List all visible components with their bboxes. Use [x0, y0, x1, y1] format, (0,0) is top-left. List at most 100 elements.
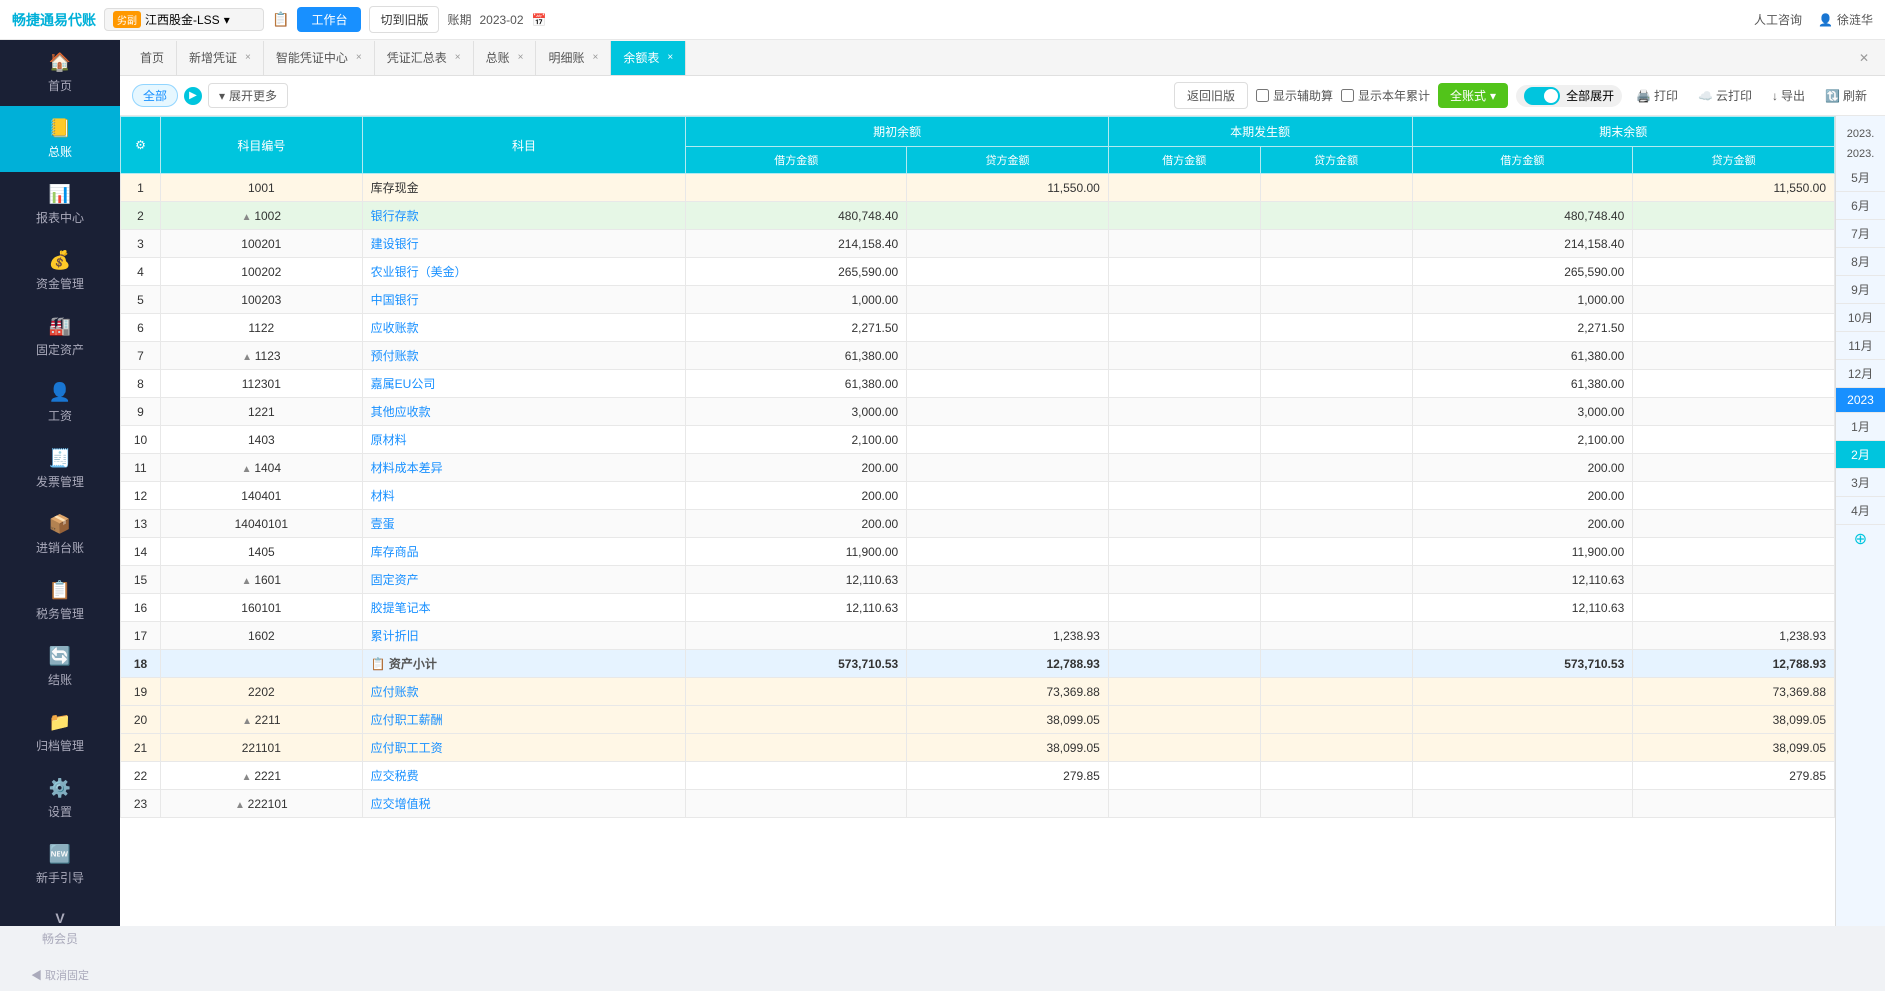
- show-year-cumul-check[interactable]: [1341, 89, 1354, 102]
- row-name[interactable]: 银行存款: [362, 202, 686, 230]
- refresh-btn[interactable]: 🔃 刷新: [1819, 84, 1873, 107]
- account-link[interactable]: 嘉属EU公司: [371, 377, 436, 391]
- row-name[interactable]: 应收账款: [362, 314, 686, 342]
- account-link[interactable]: 原材料: [371, 433, 407, 447]
- sidebar-item-vip[interactable]: V 畅会员: [0, 898, 120, 959]
- cloud-print-btn[interactable]: ☁️ 云打印: [1692, 84, 1758, 107]
- show-aux-checkbox[interactable]: 显示辅助算: [1256, 87, 1333, 104]
- month-7[interactable]: 7月: [1836, 220, 1885, 248]
- work-btn[interactable]: 工作台: [297, 7, 361, 32]
- tab-general-ledger[interactable]: 总账 ×: [474, 41, 537, 75]
- month-6[interactable]: 6月: [1836, 192, 1885, 220]
- account-link[interactable]: 累计折旧: [371, 629, 419, 643]
- row-name[interactable]: 壹蛋: [362, 510, 686, 538]
- show-year-cumul-checkbox[interactable]: 显示本年累计: [1341, 87, 1430, 104]
- row-name[interactable]: 胶提笔记本: [362, 594, 686, 622]
- print-btn[interactable]: 🖨️ 打印: [1630, 84, 1684, 107]
- row-name[interactable]: 应交税费: [362, 762, 686, 790]
- account-link[interactable]: 应付账款: [371, 685, 419, 699]
- th-setting[interactable]: ⚙: [121, 117, 161, 174]
- month-3[interactable]: 3月: [1836, 469, 1885, 497]
- account-link[interactable]: 其他应收款: [371, 405, 431, 419]
- account-link[interactable]: 应交税费: [371, 769, 419, 783]
- account-link[interactable]: 应收账款: [371, 321, 419, 335]
- month-4[interactable]: 4月: [1836, 497, 1885, 525]
- tab-home[interactable]: 首页: [128, 41, 177, 75]
- month-2[interactable]: 2月: [1836, 441, 1885, 469]
- account-link[interactable]: 应付职工薪酬: [371, 713, 443, 727]
- row-name[interactable]: 中国银行: [362, 286, 686, 314]
- row-name[interactable]: 应付职工薪酬: [362, 706, 686, 734]
- row-name[interactable]: 原材料: [362, 426, 686, 454]
- month-8[interactable]: 8月: [1836, 248, 1885, 276]
- row-name[interactable]: 应交增值税: [362, 790, 686, 818]
- row-name[interactable]: 应付账款: [362, 678, 686, 706]
- sidebar-item-ledger[interactable]: 📒 总账: [0, 106, 120, 172]
- table-scroll[interactable]: ⚙ 科目编号 科目 期初余额 本期发生额 期末余额 借方金额 贷方金额 借方金额…: [120, 116, 1835, 926]
- export-btn[interactable]: ↓ 导出: [1766, 84, 1811, 107]
- row-name[interactable]: 库存商品: [362, 538, 686, 566]
- account-link[interactable]: 壹蛋: [371, 517, 395, 531]
- calendar-icon[interactable]: 📅: [532, 13, 547, 27]
- account-link[interactable]: 库存商品: [371, 545, 419, 559]
- month-1[interactable]: 1月: [1836, 413, 1885, 441]
- tab-add-voucher-close[interactable]: ×: [245, 52, 251, 63]
- tab-smart-center[interactable]: 智能凭证中心 ×: [264, 41, 375, 75]
- tab-general-ledger-close[interactable]: ×: [518, 52, 524, 63]
- account-link[interactable]: 材料: [371, 489, 395, 503]
- company-selector[interactable]: 劣副 江西股金-LSS ▾: [104, 8, 264, 31]
- account-link[interactable]: 胶提笔记本: [371, 601, 431, 615]
- month-10[interactable]: 10月: [1836, 304, 1885, 332]
- account-link[interactable]: 中国银行: [371, 293, 419, 307]
- sidebar-item-report[interactable]: 📊 报表中心: [0, 172, 120, 238]
- tab-detail-account[interactable]: 明细账 ×: [536, 41, 611, 75]
- tab-detail-account-close[interactable]: ×: [592, 52, 598, 63]
- tab-smart-center-close[interactable]: ×: [356, 52, 362, 63]
- full-style-btn[interactable]: 全账式 ▾: [1438, 83, 1508, 108]
- sidebar-item-settle[interactable]: 🔄 结账: [0, 634, 120, 700]
- expand-all-toggle[interactable]: 全部展开: [1516, 85, 1622, 107]
- account-link[interactable]: 建设银行: [371, 237, 419, 251]
- filter-arrow[interactable]: ▶: [184, 87, 202, 105]
- show-aux-check[interactable]: [1256, 89, 1269, 102]
- expand-calendar-icon[interactable]: ⊕: [1854, 529, 1867, 549]
- account-link[interactable]: 银行存款: [371, 209, 419, 223]
- row-name[interactable]: 建设银行: [362, 230, 686, 258]
- back-to-old-btn[interactable]: 返回旧版: [1174, 82, 1248, 109]
- tab-voucher-summary[interactable]: 凭证汇总表 ×: [375, 41, 474, 75]
- month-11[interactable]: 11月: [1836, 332, 1885, 360]
- account-link[interactable]: 预付账款: [371, 349, 419, 363]
- row-name[interactable]: 材料成本差异: [362, 454, 686, 482]
- sidebar-item-fixed[interactable]: 🏭 固定资产: [0, 304, 120, 370]
- sidebar-unpin[interactable]: ◀ 取消固定: [0, 959, 120, 991]
- filter-tag[interactable]: 全部: [132, 84, 178, 107]
- row-name[interactable]: 农业银行（美金）: [362, 258, 686, 286]
- account-link[interactable]: 材料成本差异: [371, 461, 443, 475]
- sidebar-item-funds[interactable]: 💰 资金管理: [0, 238, 120, 304]
- toggle-switch[interactable]: [1524, 87, 1560, 105]
- tab-close-all[interactable]: ✕: [1851, 51, 1877, 65]
- user-info[interactable]: 👤 徐涟华: [1818, 11, 1873, 28]
- row-name[interactable]: 累计折旧: [362, 622, 686, 650]
- account-link[interactable]: 应交增值税: [371, 797, 431, 811]
- row-name[interactable]: 应付职工工资: [362, 734, 686, 762]
- tab-voucher-summary-close[interactable]: ×: [455, 52, 461, 63]
- sidebar-item-home[interactable]: 🏠 首页: [0, 40, 120, 106]
- row-name[interactable]: 嘉属EU公司: [362, 370, 686, 398]
- ai-service[interactable]: 人工咨询: [1754, 11, 1802, 28]
- row-name[interactable]: 其他应收款: [362, 398, 686, 426]
- tab-balance-sheet[interactable]: 余额表 ×: [611, 41, 686, 75]
- month-5[interactable]: 5月: [1836, 164, 1885, 192]
- month-9[interactable]: 9月: [1836, 276, 1885, 304]
- expand-btn[interactable]: ▾ 展开更多: [208, 83, 288, 108]
- sidebar-item-invoice[interactable]: 🧾 发票管理: [0, 436, 120, 502]
- sidebar-item-tax[interactable]: 📋 税务管理: [0, 568, 120, 634]
- row-name[interactable]: 材料: [362, 482, 686, 510]
- row-name[interactable]: 固定资产: [362, 566, 686, 594]
- copy-icon[interactable]: 📋: [272, 11, 289, 28]
- sidebar-item-archive[interactable]: 📁 归档管理: [0, 700, 120, 766]
- account-link[interactable]: 农业银行（美金）: [371, 265, 467, 279]
- switch-btn[interactable]: 切到旧版: [369, 6, 439, 33]
- tab-balance-sheet-close[interactable]: ×: [667, 52, 673, 63]
- sidebar-item-guide[interactable]: 🆕 新手引导: [0, 832, 120, 898]
